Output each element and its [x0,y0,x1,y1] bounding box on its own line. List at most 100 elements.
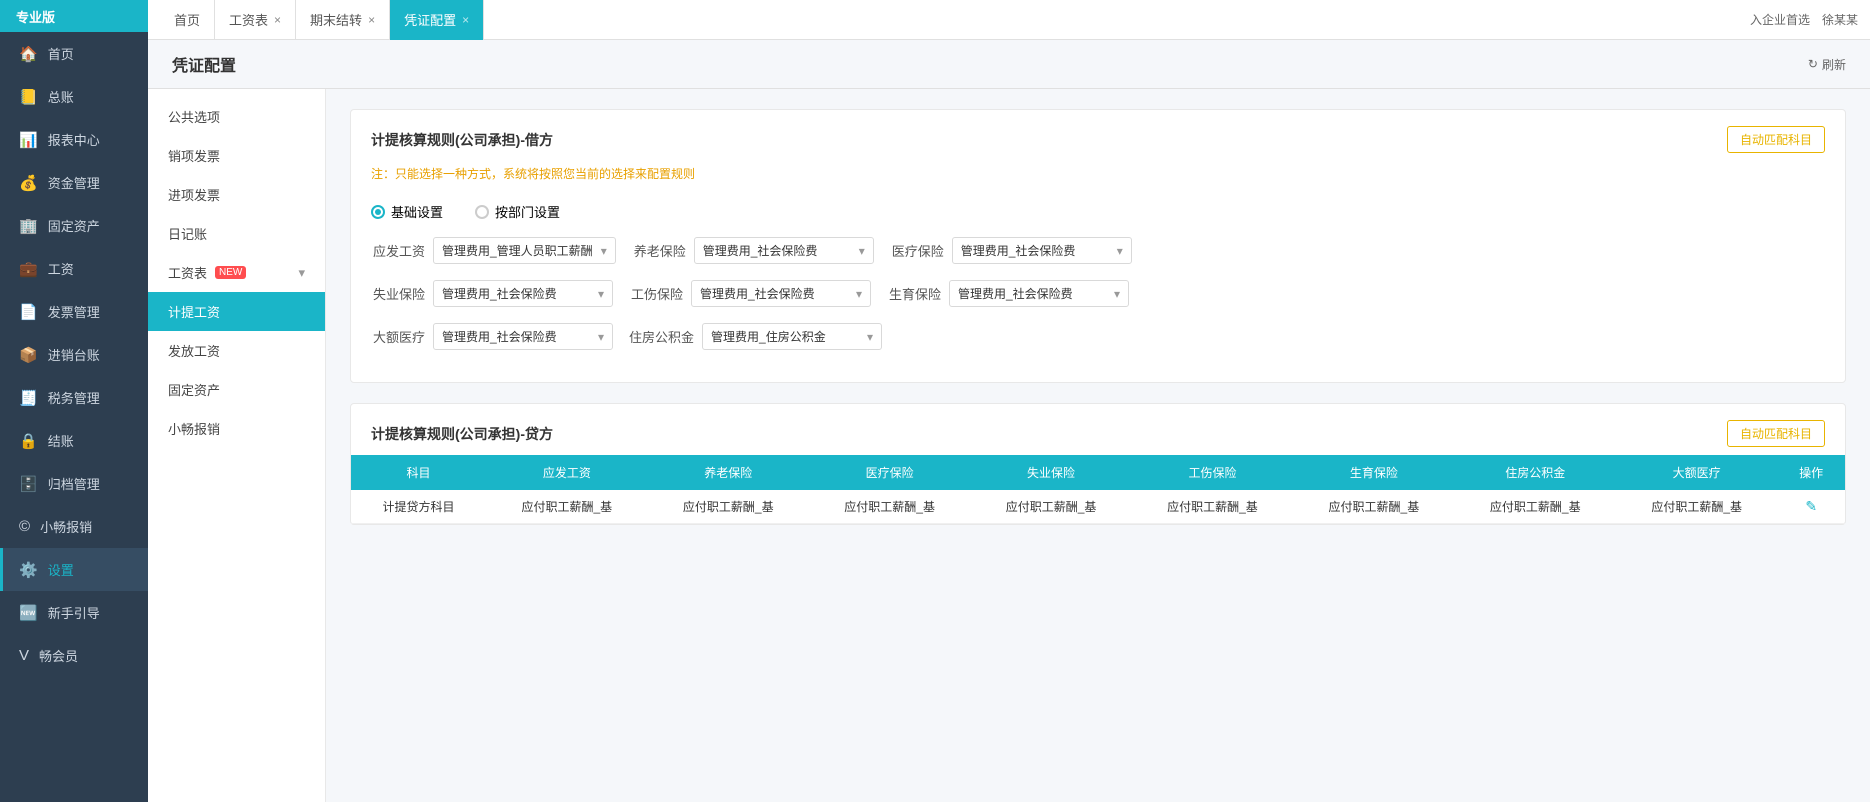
medical-label: 医疗保险 [890,241,944,260]
credit-row-col2: 应付职工薪酬_基 [648,490,809,524]
sidebar-item-fixed-assets-label: 固定资产 [48,216,100,235]
sidebar-item-home[interactable]: 🏠 首页 [0,32,148,75]
debit-form-row-3: 大额医疗 管理费用_社会保险费 ▾ 住房公积金 管理费用_住房公积金 ▾ [371,323,1825,350]
tab-salary-close[interactable]: × [274,13,281,27]
pension-select[interactable]: 管理费用_社会保险费 ▾ [694,237,874,264]
unemployment-select[interactable]: 管理费用_社会保险费 ▾ [433,280,613,307]
tab-period-end-label: 期末结转 [310,10,362,29]
nav-journal[interactable]: 日记账 [148,214,325,253]
sidebar-item-ledger[interactable]: 📒 总账 [0,75,148,118]
tab-period-end-close[interactable]: × [368,13,375,27]
reports-icon: 📊 [19,131,38,149]
th-subject: 科目 [351,455,486,490]
applied-salary-arrow-icon: ▾ [601,244,607,258]
sidebar-item-archive-label: 归档管理 [48,474,100,493]
credit-auto-match-button[interactable]: 自动匹配科目 [1727,420,1825,447]
tab-voucher-config-close[interactable]: × [462,13,469,27]
edit-icon[interactable]: ✎ [1805,498,1817,514]
main-area: 首页 工资表 × 期末结转 × 凭证配置 × 入企业首选 徐某某 凭证配置 ↻ … [148,0,1870,802]
sidebar-item-salary[interactable]: 💼 工资 [0,247,148,290]
nav-public-options[interactable]: 公共选项 [148,97,325,136]
th-maternity: 生育保险 [1293,455,1454,490]
credit-section-header: 计提核算规则(公司承担)-贷方 自动匹配科目 [351,404,1845,455]
sidebar-item-tax-label: 税务管理 [48,388,100,407]
sidebar-item-home-label: 首页 [48,44,74,63]
housing-fund-select[interactable]: 管理费用_住房公积金 ▾ [702,323,882,350]
credit-row-col5: 应付职工薪酬_基 [1132,490,1293,524]
field-critical-illness: 大额医疗 管理费用_社会保险费 ▾ [371,323,613,350]
nav-pay-salary[interactable]: 发放工资 [148,331,325,370]
refresh-icon: ↻ [1808,57,1818,71]
sidebar-item-reports[interactable]: 📊 报表中心 [0,118,148,161]
applied-salary-label: 应发工资 [371,241,425,260]
debit-form-rows: 应发工资 管理费用_管理人员职工薪酬 ▾ 养老保险 管理费用_社会保险费 ▾ [351,237,1845,382]
sidebar-item-tax[interactable]: 🧾 税务管理 [0,376,148,419]
field-maternity: 生育保险 管理费用_社会保险费 ▾ [887,280,1129,307]
sidebar-item-invoice[interactable]: 📄 发票管理 [0,290,148,333]
applied-salary-value: 管理费用_管理人员职工薪酬 [442,242,593,259]
debit-auto-match-button[interactable]: 自动匹配科目 [1727,126,1825,153]
sidebar: 专业版 🏠 首页 📒 总账 📊 报表中心 💰 资金管理 🏢 固定资产 💼 工资 … [0,0,148,802]
credit-row-action[interactable]: ✎ [1777,490,1845,524]
medical-arrow-icon: ▾ [1117,244,1123,258]
maternity-select[interactable]: 管理费用_社会保险费 ▾ [949,280,1129,307]
sidebar-item-vip[interactable]: V 畅会员 [0,634,148,677]
credit-row-col7: 应付职工薪酬_基 [1455,490,1616,524]
nav-deduct-invoice[interactable]: 进项发票 [148,175,325,214]
maternity-label: 生育保险 [887,284,941,303]
sidebar-item-archive[interactable]: 🗄️ 归档管理 [0,462,148,505]
applied-salary-select[interactable]: 管理费用_管理人员职工薪酬 ▾ [433,237,616,264]
credit-row-col0: 计提贷方科目 [351,490,486,524]
nav-cancel-invoice[interactable]: 销项发票 [148,136,325,175]
radio-dept-circle [475,205,489,219]
sidebar-item-closing[interactable]: 🔒 结账 [0,419,148,462]
tab-home[interactable]: 首页 [160,0,215,40]
sidebar-item-guide[interactable]: 🆕 新手引导 [0,591,148,634]
critical-illness-label: 大额医疗 [371,327,425,346]
critical-illness-select[interactable]: 管理费用_社会保险费 ▾ [433,323,613,350]
th-unemployment: 失业保险 [970,455,1131,490]
pension-arrow-icon: ▾ [859,244,865,258]
refresh-button[interactable]: ↻ 刷新 [1808,56,1846,73]
th-housing-fund: 住房公积金 [1455,455,1616,490]
nav-fixed-assets[interactable]: 固定资产 [148,370,325,409]
credit-table: 科目 应发工资 养老保险 医疗保险 失业保险 工伤保险 生育保险 住房公积金 大… [351,455,1845,524]
th-medical: 医疗保险 [809,455,970,490]
radio-basic[interactable]: 基础设置 [371,202,443,221]
sidebar-item-purchase[interactable]: 📦 进销台账 [0,333,148,376]
debit-form-row-2: 失业保险 管理费用_社会保险费 ▾ 工伤保险 管理费用_社会保险费 ▾ [371,280,1825,307]
radio-basic-label: 基础设置 [391,202,443,221]
nav-xiaochang-expenses[interactable]: 小畅报销 [148,409,325,448]
workinjury-arrow-icon: ▾ [856,287,862,301]
radio-dept-label: 按部门设置 [495,202,560,221]
user-label: 徐某某 [1822,11,1858,28]
sidebar-item-funds[interactable]: 💰 资金管理 [0,161,148,204]
sidebar-item-settings[interactable]: ⚙️ 设置 [0,548,148,591]
nav-salary-table[interactable]: 工资表 NEW ▾ [148,253,325,292]
workinjury-select[interactable]: 管理费用_社会保险费 ▾ [691,280,871,307]
tab-period-end[interactable]: 期末结转 × [296,0,390,40]
th-action: 操作 [1777,455,1845,490]
radio-dept[interactable]: 按部门设置 [475,202,560,221]
funds-icon: 💰 [19,174,38,192]
sidebar-item-vip-label: 畅会员 [39,646,78,665]
settings-icon: ⚙️ [19,561,38,579]
nav-calc-salary[interactable]: 计提工资 [148,292,325,331]
archive-icon: 🗄️ [19,475,38,493]
tab-voucher-config[interactable]: 凭证配置 × [390,0,484,40]
sidebar-item-reports-label: 报表中心 [48,130,100,149]
medical-select[interactable]: 管理费用_社会保险费 ▾ [952,237,1132,264]
right-content: 计提核算规则(公司承担)-借方 自动匹配科目 注：只能选择一种方式，系统将按照您… [326,89,1870,802]
housing-fund-label: 住房公积金 [629,327,694,346]
credit-section-title: 计提核算规则(公司承担)-贷方 [371,424,553,444]
tab-salary[interactable]: 工资表 × [215,0,296,40]
th-critical-illness: 大额医疗 [1616,455,1777,490]
field-pension: 养老保险 管理费用_社会保险费 ▾ [632,237,874,264]
sidebar-item-xiaochang[interactable]: © 小畅报销 [0,505,148,548]
sidebar-item-fixed-assets[interactable]: 🏢 固定资产 [0,204,148,247]
credit-row-col6: 应付职工薪酬_基 [1293,490,1454,524]
unemployment-label: 失业保险 [371,284,425,303]
invoice-icon: 📄 [19,303,38,321]
tax-icon: 🧾 [19,389,38,407]
xiaochang-icon: © [19,518,30,535]
